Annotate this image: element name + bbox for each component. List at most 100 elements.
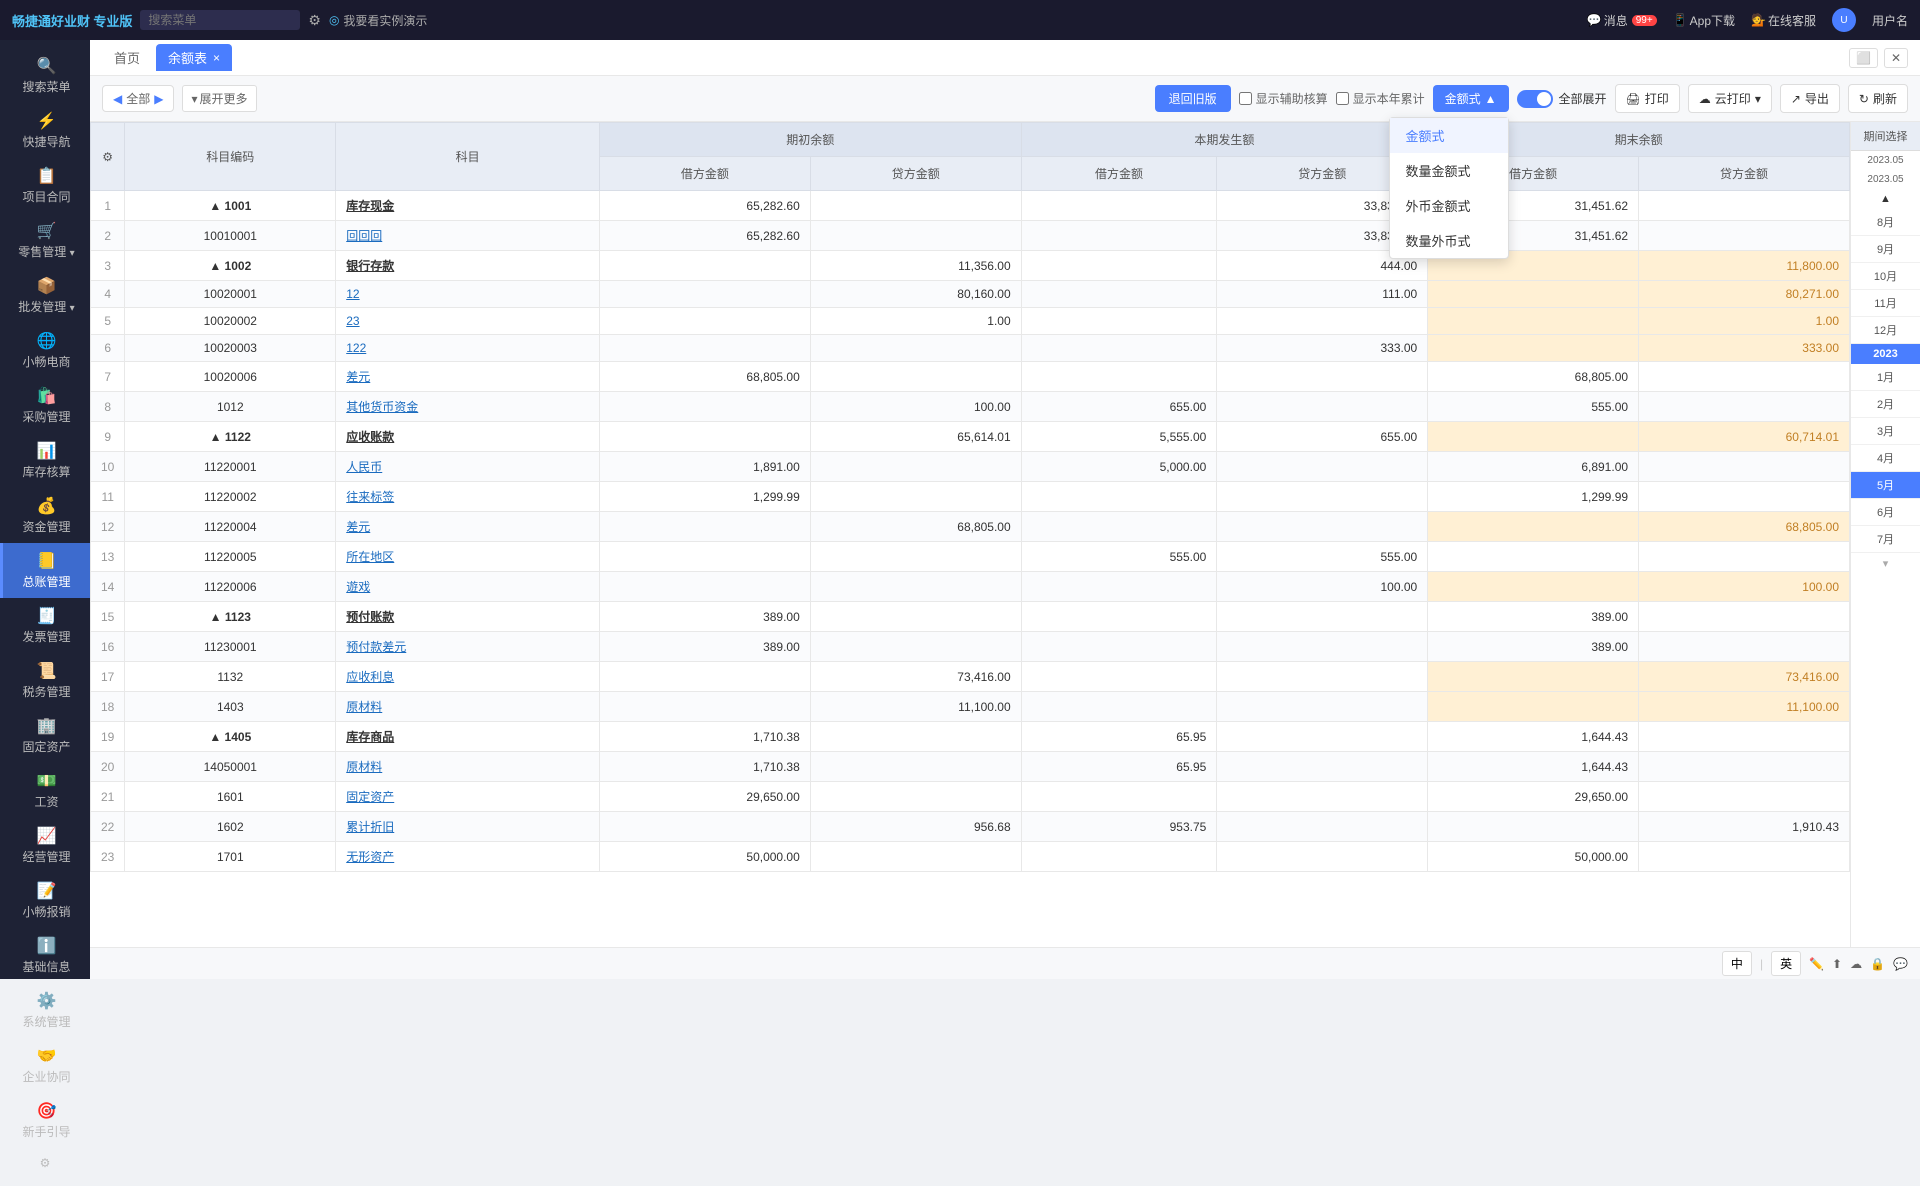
sidebar-item-retail[interactable]: 🛒 零售管理 ▾: [0, 213, 90, 268]
period-month-6[interactable]: 6月: [1851, 499, 1920, 526]
sidebar-item-reports[interactable]: 📝 小畅报销: [0, 873, 90, 928]
mode-option-qty-amount[interactable]: 数量金额式: [1390, 153, 1508, 188]
mode-option-amount[interactable]: 金额式: [1390, 118, 1508, 153]
sidebar-item-project[interactable]: 📋 项目合同: [0, 158, 90, 213]
table-row-op_debit-4: [599, 281, 810, 308]
sidebar-item-payroll[interactable]: 💵 工资: [0, 763, 90, 818]
chat-icon[interactable]: 💬: [1893, 957, 1908, 971]
export-btn[interactable]: ↗ 导出: [1780, 84, 1840, 113]
sidebar-item-basic[interactable]: ℹ️ 基础信息: [0, 928, 90, 983]
sidebar-item-guide[interactable]: 🎯 新手引导: [0, 1093, 90, 1148]
period-month-12[interactable]: 12月: [1851, 317, 1920, 344]
return-old-btn[interactable]: 退回旧版: [1155, 85, 1231, 112]
table-row-num-17: 17: [91, 662, 125, 692]
table-row-name-13: 所在地区: [336, 542, 600, 572]
period-year-2023[interactable]: 2023: [1851, 344, 1920, 364]
sidebar-item-quick-nav[interactable]: ⚡ 快捷导航: [0, 103, 90, 158]
full-expand-toggle[interactable]: 全部展开: [1517, 90, 1607, 108]
ecommerce-icon: 🌐: [7, 331, 86, 351]
cloud-print-btn[interactable]: ☁ 云打印 ▾: [1688, 84, 1772, 113]
sidebar-item-ecommerce[interactable]: 🌐 小畅电商: [0, 323, 90, 378]
mode-dropdown-btn[interactable]: 金额式 ▲: [1433, 85, 1509, 112]
sidebar-item-inventory[interactable]: 📊 库存核算: [0, 433, 90, 488]
yearly-checkbox[interactable]: [1336, 92, 1349, 105]
table-row-num-18: 18: [91, 692, 125, 722]
app-download-btn[interactable]: 📱 App下载: [1673, 12, 1735, 29]
table-row-op_debit-23: 50,000.00: [599, 842, 810, 872]
table-row-code-18: 1403: [125, 692, 336, 722]
online-service-btn[interactable]: 💁 在线客服: [1751, 12, 1816, 29]
sidebar-item-finance[interactable]: 💰 资金管理: [0, 488, 90, 543]
quick-nav-icon: ⚡: [7, 111, 86, 131]
sidebar-item-tax[interactable]: 📜 税务管理: [0, 653, 90, 708]
table-row-curr_debit-17: [1021, 662, 1217, 692]
period-month-4[interactable]: 4月: [1851, 445, 1920, 472]
tab-bar: 首页 余额表 × ⬜ ✕: [90, 40, 1920, 76]
print-btn[interactable]: 🖨 打印: [1615, 84, 1680, 113]
tab-home[interactable]: 首页: [102, 44, 152, 71]
message-btn[interactable]: 💬 消息 99+: [1587, 12, 1657, 29]
filter-right-arrow[interactable]: ▶: [154, 92, 163, 106]
lock-icon[interactable]: 🔒: [1870, 957, 1885, 971]
period-month-8[interactable]: 8月: [1851, 209, 1920, 236]
lang-zh-btn[interactable]: 中: [1722, 951, 1752, 976]
expand-more-btn[interactable]: ▾ 展开更多: [182, 85, 256, 112]
upload-icon[interactable]: ⬆: [1832, 957, 1842, 971]
table-row-cl_credit-9: 60,714.01: [1639, 422, 1850, 452]
settings-icon[interactable]: ⚙: [102, 150, 113, 164]
sidebar-item-ledger[interactable]: 📒 总账管理: [0, 543, 90, 598]
tab-close-btn[interactable]: ×: [213, 51, 220, 65]
table-row-curr_debit-11: [1021, 482, 1217, 512]
period-nav-up[interactable]: ▲: [1851, 189, 1920, 209]
table-row-cl_credit-5: 1.00: [1639, 308, 1850, 335]
content-area: 首页 余额表 × ⬜ ✕ ◀ 全部 ▶ ▾ 展开更多 退回旧版: [90, 40, 1920, 979]
tab-balance[interactable]: 余额表 ×: [156, 44, 232, 71]
sidebar-item-wholesale[interactable]: 📦 批发管理 ▾: [0, 268, 90, 323]
sidebar-item-collab[interactable]: 🤝 企业协同: [0, 1038, 90, 1093]
lang-en-btn[interactable]: 英: [1771, 951, 1801, 976]
period-month-9[interactable]: 9月: [1851, 236, 1920, 263]
sidebar-item-purchase[interactable]: 🛍️ 采购管理: [0, 378, 90, 433]
user-avatar[interactable]: U: [1832, 8, 1856, 32]
sidebar-settings-btn[interactable]: ⚙: [36, 1148, 55, 1178]
period-month-2[interactable]: 2月: [1851, 391, 1920, 418]
period-month-11[interactable]: 11月: [1851, 290, 1920, 317]
demo-link[interactable]: ◎ 我要看实例演示: [329, 12, 428, 29]
refresh-btn[interactable]: ↻ 刷新: [1848, 84, 1908, 113]
period-month-7[interactable]: 7月: [1851, 526, 1920, 553]
sidebar-item-system[interactable]: ⚙️ 系统管理: [0, 983, 90, 1038]
period-month-5[interactable]: 5月: [1851, 472, 1920, 499]
table-row-op_debit-9: [599, 422, 810, 452]
mode-option-foreign-amount[interactable]: 外币金额式: [1390, 188, 1508, 223]
search-input[interactable]: [140, 10, 300, 30]
table-row-code-10: 11220001: [125, 452, 336, 482]
expand-label: 展开更多: [200, 90, 248, 107]
cloud-icon[interactable]: ☁: [1850, 957, 1862, 971]
table-row-cl_credit-12: 68,805.00: [1639, 512, 1850, 542]
th-settings[interactable]: ⚙: [91, 123, 125, 191]
sidebar-item-search[interactable]: 🔍 搜索菜单: [0, 48, 90, 103]
filter-all-btn[interactable]: ◀ 全部 ▶: [102, 85, 174, 112]
period-month-10[interactable]: 10月: [1851, 263, 1920, 290]
period-month-1[interactable]: 1月: [1851, 364, 1920, 391]
table-row-curr_credit-14: 100.00: [1217, 572, 1428, 602]
table-row-num-4: 4: [91, 281, 125, 308]
sidebar-item-invoice[interactable]: 🧾 发票管理: [0, 598, 90, 653]
table-row-curr_debit-2: [1021, 221, 1217, 251]
period-nav-down[interactable]: ▾: [1851, 553, 1920, 574]
edit-icon[interactable]: ✏️: [1809, 957, 1824, 971]
subsidiary-checkbox[interactable]: [1239, 92, 1252, 105]
toggle-control[interactable]: [1517, 90, 1553, 108]
table-row-cl_debit-12: [1428, 512, 1639, 542]
sidebar-item-assets[interactable]: 🏢 固定资产: [0, 708, 90, 763]
table-row-name-5: 23: [336, 308, 600, 335]
period-month-3[interactable]: 3月: [1851, 418, 1920, 445]
tab-restore-btn[interactable]: ⬜: [1849, 48, 1878, 68]
show-subsidiary-check[interactable]: 显示辅助核算: [1239, 90, 1328, 107]
sidebar-item-operations[interactable]: 📈 经营管理: [0, 818, 90, 873]
tab-close-window-btn[interactable]: ✕: [1884, 48, 1908, 68]
settings-icon[interactable]: ⚙: [308, 12, 321, 29]
mode-option-qty-foreign[interactable]: 数量外币式: [1390, 223, 1508, 258]
show-yearly-check[interactable]: 显示本年累计: [1336, 90, 1425, 107]
table-row-num-13: 13: [91, 542, 125, 572]
